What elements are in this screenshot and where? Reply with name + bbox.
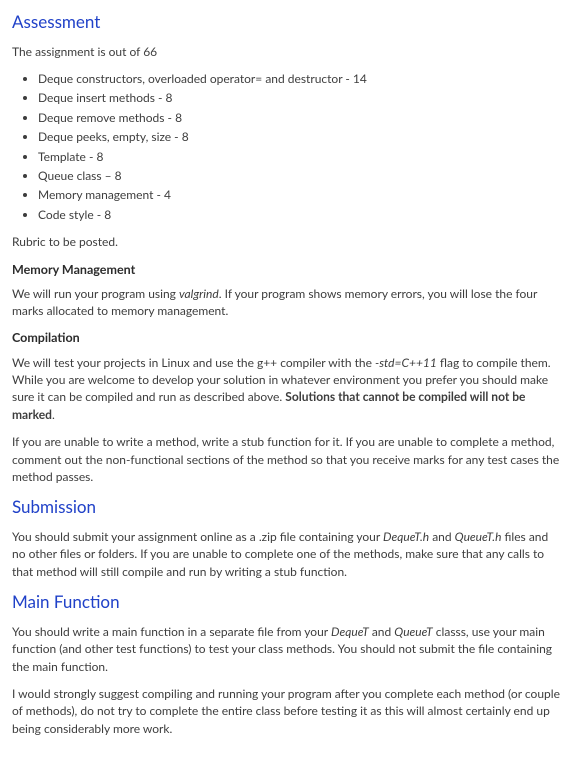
main-function-paragraph-2: I would strongly suggest compiling and r… — [12, 685, 562, 737]
list-item: Deque constructors, overloaded operator=… — [38, 70, 562, 87]
list-item: Deque insert methods - 8 — [38, 89, 562, 106]
text-span: and — [429, 529, 455, 544]
text-span: . — [52, 407, 55, 422]
list-item: Queue class – 8 — [38, 167, 562, 184]
queuet-italic: QueueT — [394, 624, 432, 639]
text-span: and — [369, 624, 395, 639]
memory-management-subhead: Memory Management — [12, 261, 562, 279]
memory-management-paragraph: We will run your program using valgrind.… — [12, 285, 562, 320]
main-function-paragraph-1: You should write a main function in a se… — [12, 623, 562, 675]
assessment-list: Deque constructors, overloaded operator=… — [12, 70, 562, 223]
text-span: We will run your program using — [12, 286, 179, 301]
rubric-note: Rubric to be posted. — [12, 233, 562, 250]
document-body: Assessment The assignment is out of 66 D… — [0, 0, 574, 759]
dequet-italic: DequeT — [331, 624, 369, 639]
list-item: Template - 8 — [38, 148, 562, 165]
compilation-paragraph-2: If you are unable to write a method, wri… — [12, 433, 562, 485]
valgrind-italic: valgrind — [179, 286, 219, 301]
compilation-subhead: Compilation — [12, 329, 562, 347]
assessment-heading: Assessment — [12, 10, 562, 35]
submission-heading: Submission — [12, 495, 562, 520]
text-span: We will test your projects in Linux and … — [12, 355, 375, 370]
dequet-h-italic: DequeT.h — [383, 529, 429, 544]
text-span: You should write a main function in a se… — [12, 624, 331, 639]
list-item: Deque remove methods - 8 — [38, 109, 562, 126]
assessment-intro: The assignment is out of 66 — [12, 43, 562, 60]
list-item: Memory management - 4 — [38, 186, 562, 203]
text-span: You should submit your assignment online… — [12, 529, 383, 544]
list-item: Deque peeks, empty, size - 8 — [38, 128, 562, 145]
compilation-paragraph-1: We will test your projects in Linux and … — [12, 354, 562, 424]
submission-paragraph: You should submit your assignment online… — [12, 528, 562, 580]
main-function-heading: Main Function — [12, 590, 562, 615]
list-item: Code style - 8 — [38, 206, 562, 223]
queuet-h-italic: QueueT.h — [455, 529, 502, 544]
std-flag-italic: -std=C++11 — [375, 355, 437, 370]
